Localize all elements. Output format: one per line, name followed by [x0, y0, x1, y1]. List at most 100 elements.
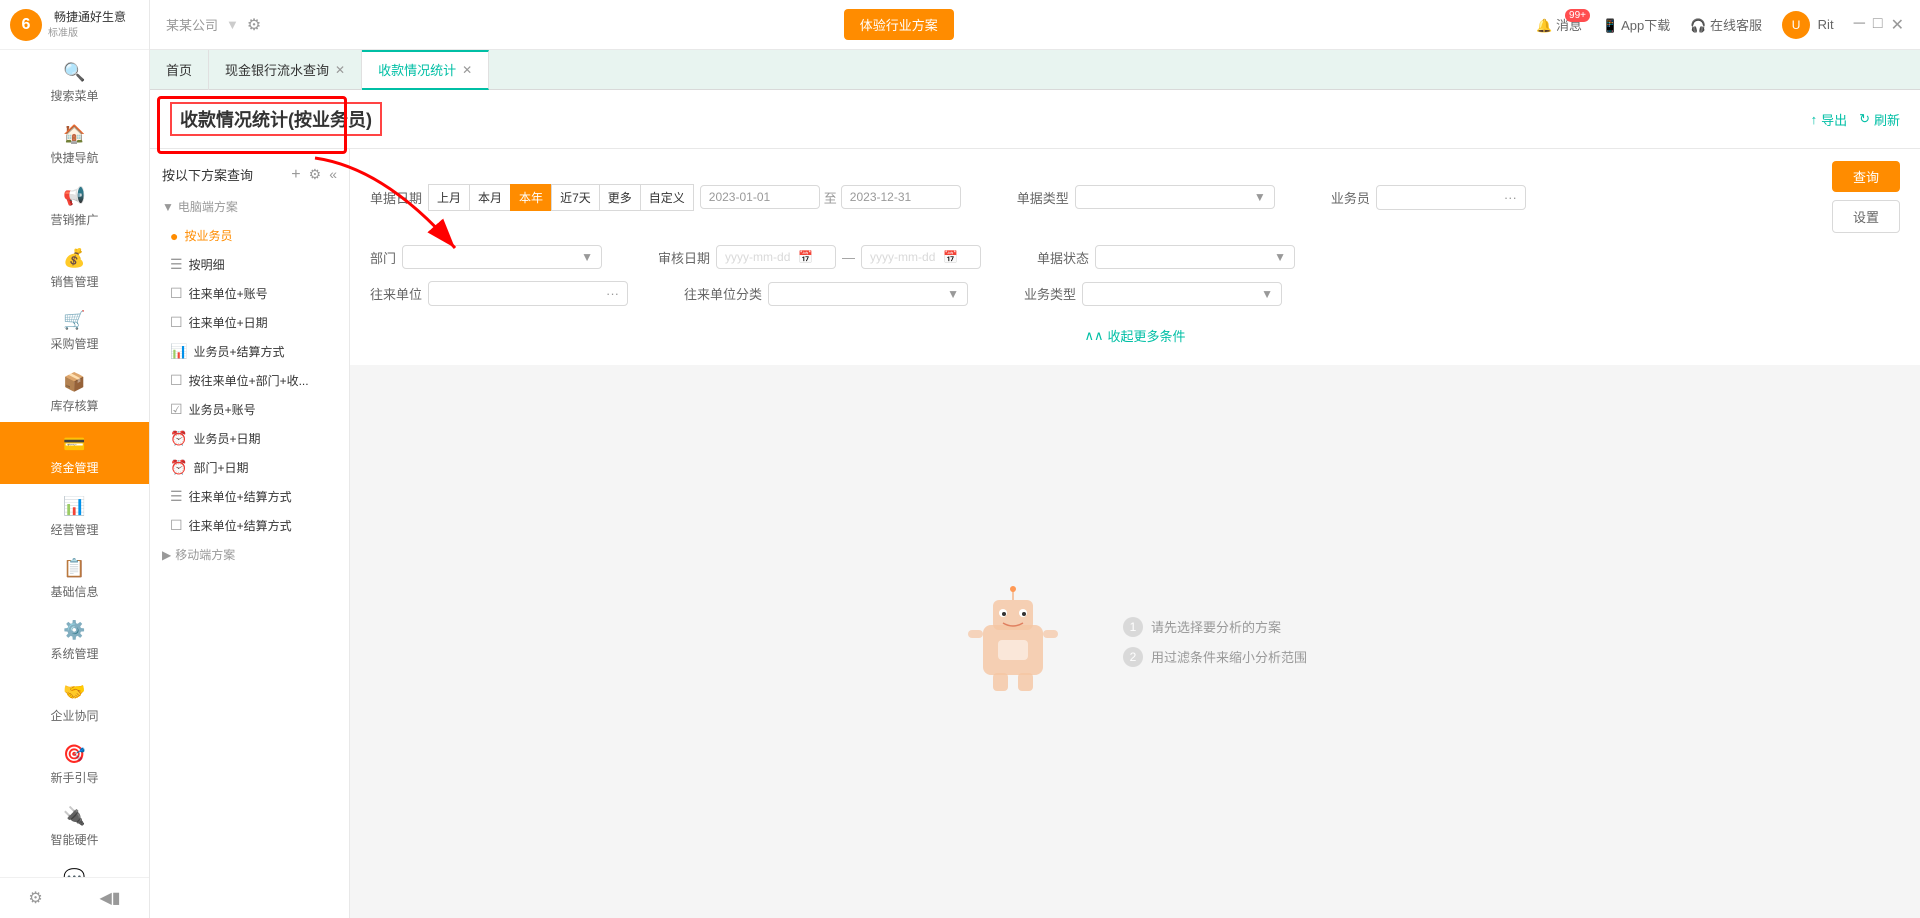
- collapse-filter-button[interactable]: ∧∧ 收起更多条件: [370, 318, 1900, 353]
- sidebar-item-hardware[interactable]: 🔌 智能硬件: [0, 794, 149, 856]
- sidebar-item-sales[interactable]: 💰 销售管理: [0, 236, 149, 298]
- panel-item-by-detail[interactable]: ☰ 按明细: [150, 250, 349, 279]
- sidebar-item-basic[interactable]: 📋 基础信息: [0, 546, 149, 608]
- collapse-sidebar-icon[interactable]: ◀▮: [99, 888, 120, 908]
- app-download-area[interactable]: 📱 App下载: [1602, 15, 1670, 34]
- review-date-from-placeholder: yyyy-mm-dd: [725, 250, 790, 264]
- sidebar-item-label: 智能硬件: [50, 831, 98, 848]
- sidebar-item-label: 基础信息: [50, 583, 98, 600]
- inventory-icon: 📦: [63, 372, 85, 393]
- sidebar-item-label: 搜索菜单: [50, 87, 98, 104]
- doc-status-dropdown[interactable]: ▼: [1095, 245, 1295, 269]
- sidebar-item-label: 库存核算: [50, 397, 98, 414]
- panel-item-dept-date[interactable]: ⏰ 部门+日期: [150, 453, 349, 482]
- dept-chevron-icon: ▼: [581, 250, 593, 264]
- query-button[interactable]: 查询: [1832, 161, 1900, 192]
- sidebar-item-marketing[interactable]: 📢 营销推广: [0, 174, 149, 236]
- filter-settings-button[interactable]: 设置: [1832, 200, 1900, 233]
- date-btn-last-month[interactable]: 上月: [428, 184, 469, 211]
- action-buttons: 查询 设置: [1832, 161, 1900, 233]
- bank-flow-tab-close-icon[interactable]: ✕: [335, 63, 345, 77]
- settings-gear-icon[interactable]: ⚙: [247, 15, 261, 35]
- item-label: 往来单位+结算方式: [189, 517, 292, 534]
- sidebar-item-search-menu[interactable]: 🔍 搜索菜单: [0, 50, 149, 112]
- refresh-icon: ↻: [1859, 111, 1870, 127]
- partner-more-icon: ···: [606, 286, 619, 301]
- refresh-button[interactable]: ↻ 刷新: [1859, 110, 1900, 129]
- sidebar-item-inventory[interactable]: 📦 库存核算: [0, 360, 149, 422]
- online-service-area[interactable]: 🎧 在线客服: [1690, 15, 1762, 34]
- close-icon[interactable]: ✕: [1891, 15, 1904, 35]
- sidebar-item-wechat[interactable]: 💬 企业微信: [0, 856, 149, 877]
- partner-category-dropdown[interactable]: ▼: [768, 282, 968, 306]
- user-area[interactable]: U Rit: [1782, 11, 1834, 39]
- export-button[interactable]: ↑ 导出: [1811, 110, 1848, 129]
- date-to-input[interactable]: 2023-12-31: [841, 185, 961, 209]
- panel-item-partner-date[interactable]: ☐ 往来单位+日期: [150, 308, 349, 337]
- robot-svg: [963, 585, 1063, 695]
- panel-item-partner-settle1[interactable]: ☰ 往来单位+结算方式: [150, 482, 349, 511]
- sidebar-item-purchase[interactable]: 🛒 采购管理: [0, 298, 149, 360]
- sidebar-item-system[interactable]: ⚙️ 系统管理: [0, 608, 149, 670]
- add-scheme-icon[interactable]: +: [291, 166, 300, 184]
- tab-home[interactable]: 首页: [150, 50, 209, 90]
- review-date-from-input[interactable]: yyyy-mm-dd 📅: [716, 245, 836, 269]
- date-btn-this-year[interactable]: 本年: [510, 184, 551, 211]
- panel-item-partner-settle2[interactable]: ☐ 往来单位+结算方式: [150, 511, 349, 540]
- sidebar-item-quick-nav[interactable]: 🏠 快捷导航: [0, 112, 149, 174]
- scheme-settings-icon[interactable]: ⚙: [309, 166, 322, 184]
- partner-date-icon: ☐: [170, 314, 183, 331]
- notification-area[interactable]: 🔔 99+ 消息: [1536, 15, 1582, 34]
- main-area: 某某公司 ▼ ⚙ 体验行业方案 🔔 99+ 消息 📱 App下载 🎧: [150, 0, 1920, 918]
- panel-item-salesperson-settle[interactable]: 📊 业务员+结算方式: [150, 337, 349, 366]
- group-expand-arrow-icon: ▼: [162, 200, 174, 214]
- panel-item-by-salesperson[interactable]: ● 按业务员: [150, 221, 349, 250]
- business-type-dropdown[interactable]: ▼: [1082, 282, 1282, 306]
- maximize-icon[interactable]: □: [1873, 15, 1883, 35]
- operation-icon: 📊: [63, 496, 85, 517]
- tab-receipt-stats[interactable]: 收款情况统计 ✕: [362, 50, 489, 90]
- settings-bottom-icon[interactable]: ⚙: [28, 888, 42, 908]
- review-date-to-input[interactable]: yyyy-mm-dd 📅: [861, 245, 981, 269]
- sales-icon: 💰: [63, 248, 85, 269]
- sidebar-item-operation[interactable]: 📊 经营管理: [0, 484, 149, 546]
- trial-button[interactable]: 体验行业方案: [844, 9, 954, 40]
- finance-icon: 💳: [63, 434, 85, 455]
- empty-illustration: [963, 585, 1063, 698]
- header-right-actions: 🔔 99+ 消息 📱 App下载 🎧 在线客服 U Rit ─: [1536, 11, 1904, 39]
- sidebar-item-guide[interactable]: 🎯 新手引导: [0, 732, 149, 794]
- page-title: 收款情况统计(按业务员): [170, 102, 382, 136]
- review-date-filter-item: 审核日期 yyyy-mm-dd 📅 — yyyy-mm-dd 📅: [658, 245, 981, 269]
- partner-dropdown[interactable]: ···: [428, 281, 628, 306]
- doc-type-dropdown[interactable]: ▼: [1075, 185, 1275, 209]
- tab-bank-flow[interactable]: 现金银行流水查询 ✕: [209, 50, 362, 90]
- minimize-icon[interactable]: ─: [1854, 15, 1865, 35]
- salesperson-more-icon: ···: [1504, 190, 1517, 205]
- tip-text-1: 请先选择要分析的方案: [1151, 617, 1281, 636]
- sidebar-item-label: 营销推广: [50, 211, 98, 228]
- sidebar-item-enterprise[interactable]: 🤝 企业协同: [0, 670, 149, 732]
- date-from-input[interactable]: 2023-01-01: [700, 185, 820, 209]
- date-btn-this-month[interactable]: 本月: [469, 184, 510, 211]
- date-btn-custom[interactable]: 自定义: [640, 184, 694, 211]
- tip-item-2: 2 用过滤条件来缩小分析范围: [1123, 647, 1307, 667]
- group-label: 电脑端方案: [178, 198, 238, 215]
- panel-item-salesperson-account[interactable]: ☑ 业务员+账号: [150, 395, 349, 424]
- panel-group-desktop[interactable]: ▼ 电脑端方案: [150, 192, 349, 221]
- empty-tips: 1 请先选择要分析的方案 2 用过滤条件来缩小分析范围: [1123, 617, 1307, 667]
- receipt-stats-tab-close-icon[interactable]: ✕: [462, 63, 472, 77]
- collapse-panel-icon[interactable]: «: [329, 166, 337, 184]
- panel-group-mobile[interactable]: ▶ 移动端方案: [150, 540, 349, 569]
- panel-item-partner-account[interactable]: ☐ 往来单位+账号: [150, 279, 349, 308]
- dept-filter-item: 部门 ▼: [370, 245, 602, 269]
- date-btn-7days[interactable]: 近7天: [551, 184, 599, 211]
- avatar: U: [1782, 11, 1810, 39]
- dept-dropdown[interactable]: ▼: [402, 245, 602, 269]
- panel-item-salesperson-date[interactable]: ⏰ 业务员+日期: [150, 424, 349, 453]
- sidebar-item-finance[interactable]: 💳 资金管理: [0, 422, 149, 484]
- tip-num-1: 1: [1123, 617, 1143, 637]
- panel-item-partner-dept-collect[interactable]: ☐ 按往来单位+部门+收...: [150, 366, 349, 395]
- salesperson-dropdown[interactable]: ···: [1376, 185, 1526, 210]
- date-btn-more[interactable]: 更多: [599, 184, 640, 211]
- username-label: Rit: [1818, 17, 1834, 32]
